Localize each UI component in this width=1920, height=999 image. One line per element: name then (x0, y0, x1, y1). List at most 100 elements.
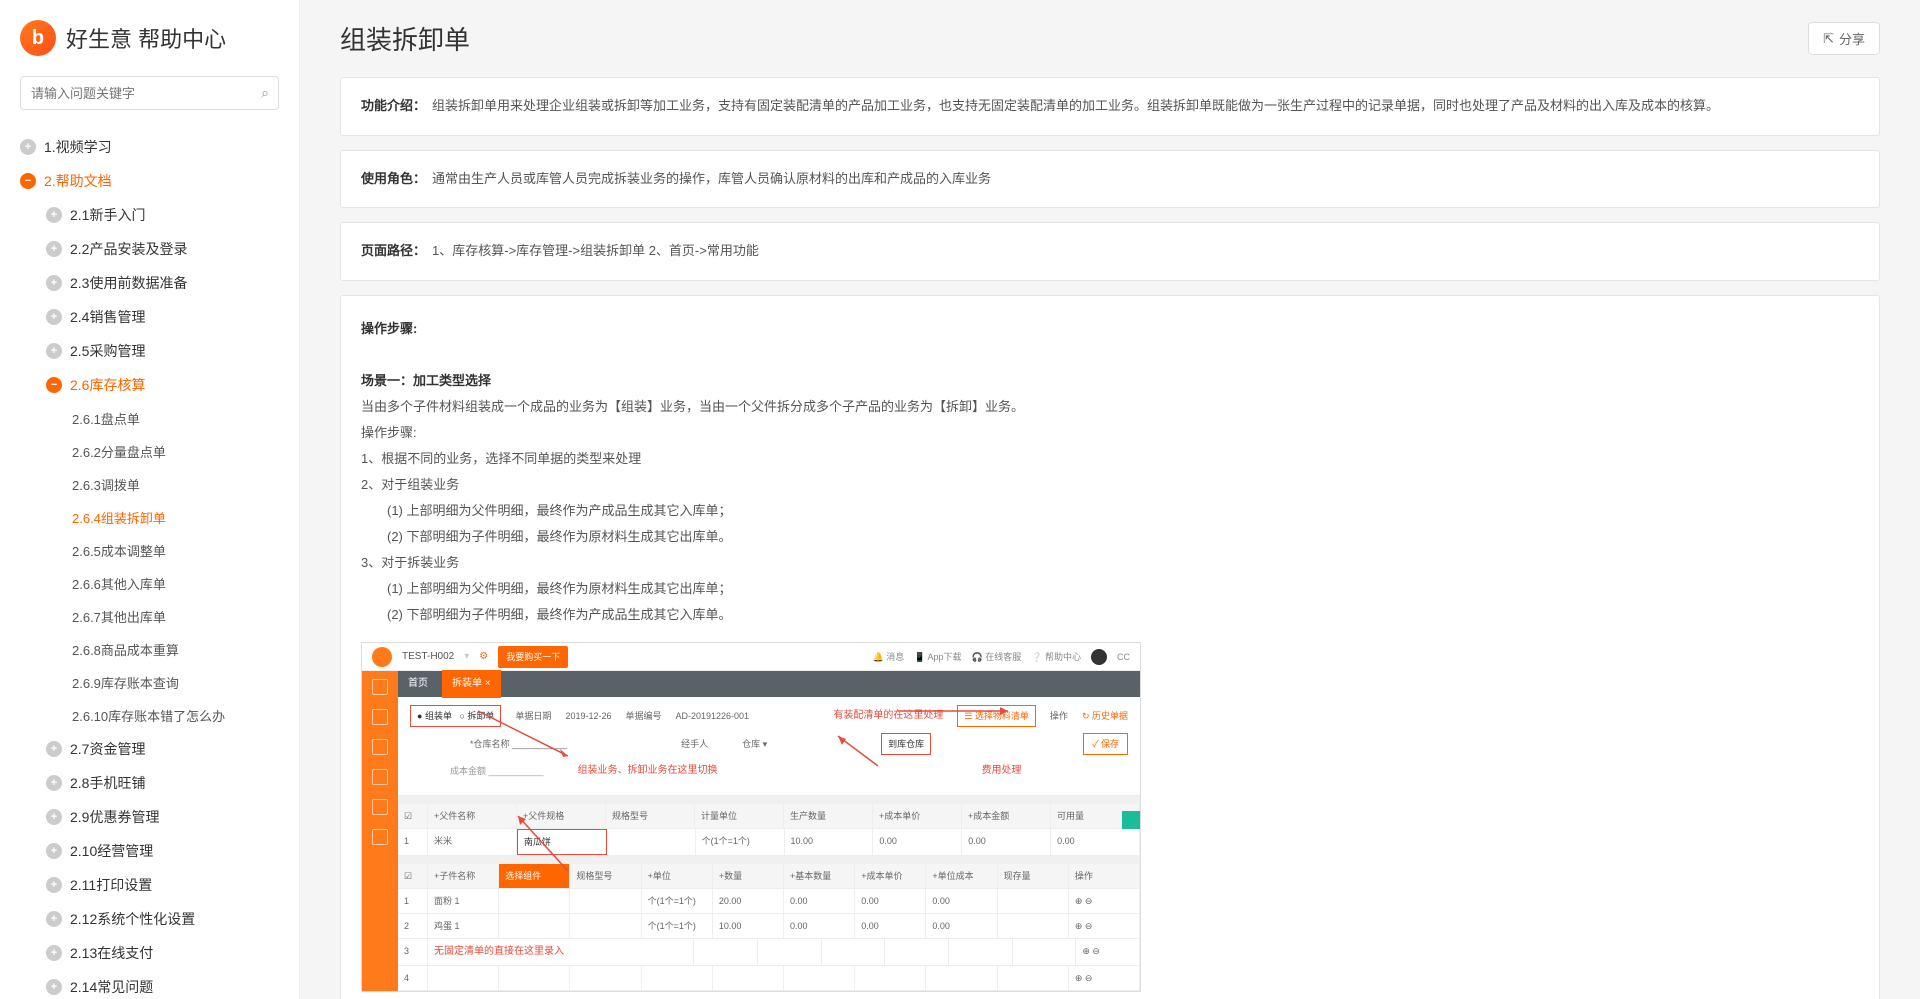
nav-2-3[interactable]: +2.3使用前数据准备 (20, 266, 279, 300)
ss-history-btn: ↻ 历史单据 (1082, 707, 1128, 725)
nav-2-6-10[interactable]: 2.6.10库存账本错了怎么办 (20, 699, 279, 732)
plus-icon: + (46, 945, 62, 961)
nav-2-5[interactable]: +2.5采购管理 (20, 334, 279, 368)
scene1-title: 场景一：加工类型选择 (361, 368, 1859, 394)
nav-2-4[interactable]: +2.4销售管理 (20, 300, 279, 334)
intro-text: 组装拆卸单用来处理企业组装或拆卸等加工业务，支持有固定装配清单的产品加工业务，也… (432, 98, 1719, 113)
steps-label2: 操作步骤: (361, 420, 1859, 446)
nav-label: 1.视频学习 (44, 137, 112, 157)
ss-td: 0.00 (962, 829, 1051, 855)
ss-td: 0.00 (855, 914, 926, 938)
ss-cost-label: 成本金额 ___________ (450, 762, 544, 780)
search-icon[interactable]: ⌕ (261, 85, 269, 102)
ss-td: 0.00 (873, 829, 962, 855)
nav-label: 2.2产品安装及登录 (70, 239, 187, 259)
logo-row: b 好生意 帮助中心 (20, 20, 279, 56)
nav-label: 2.13在线支付 (70, 943, 153, 963)
ss-td: 0.00 (855, 889, 926, 913)
nav-2-6-3[interactable]: 2.6.3调拨单 (20, 468, 279, 501)
nav-2-2[interactable]: +2.2产品安装及登录 (20, 232, 279, 266)
nav-2-9[interactable]: +2.9优惠券管理 (20, 800, 279, 834)
intro-label: 功能介绍： (361, 98, 426, 113)
path-card: 页面路径： 1、库存核算->库存管理->组装拆卸单 2、首页->常用功能 (340, 222, 1880, 281)
nav-2-12[interactable]: +2.12系统个性化设置 (20, 902, 279, 936)
ss-th: +父件规格 (517, 804, 606, 828)
nav-2-13[interactable]: +2.13在线支付 (20, 936, 279, 970)
nav-2-6-4[interactable]: 2.6.4组装拆卸单 (20, 501, 279, 534)
nav-docs[interactable]: −2.帮助文档 (20, 164, 279, 198)
nav-label: 2.6.2分量盘点单 (72, 442, 166, 461)
ss-towarehouse: 到库仓库 (881, 733, 931, 755)
nav-2-11[interactable]: +2.11打印设置 (20, 868, 279, 902)
nav-2-6-9[interactable]: 2.6.9库存账本查询 (20, 666, 279, 699)
share-icon: ⇱ (1823, 31, 1834, 47)
nav-label: 2.3使用前数据准备 (70, 273, 187, 293)
role-text: 通常由生产人员或库管人员完成拆装业务的操作，库管人员确认原材料的出库和产成品的入… (432, 171, 991, 186)
ss-type-box: ● 组装单 ○ 拆卸单 (410, 705, 501, 727)
nav-2-10[interactable]: +2.10经营管理 (20, 834, 279, 868)
ss-th: +成本单价 (873, 804, 962, 828)
ss-th: +子件名称 (428, 864, 499, 888)
nav-2-6-2[interactable]: 2.6.2分量盘点单 (20, 435, 279, 468)
step2-2: (2) 下部明细为子件明细，最终作为原材料生成其它出库单。 (361, 524, 1859, 550)
intro-card: 功能介绍： 组装拆卸单用来处理企业组装或拆卸等加工业务，支持有固定装配清单的产品加… (340, 77, 1880, 136)
nav-label: 2.6.8商品成本重算 (72, 640, 179, 659)
ss-form: ● 组装单 ○ 拆卸单 单据日期 2019-12-26 单据编号 AD-2019… (398, 697, 1140, 796)
nav-2-6[interactable]: −2.6库存核算 (20, 368, 279, 402)
plus-icon: + (46, 911, 62, 927)
nav-label: 2.6库存核算 (70, 375, 145, 395)
nav-label: 2.6.1盘点单 (72, 409, 140, 428)
ss-expand-icon (1122, 811, 1140, 829)
ss-buy-button: 我要购买一下 (498, 646, 568, 668)
plus-icon: + (46, 309, 62, 325)
ss-save-btn: ✓ 保存 (1083, 733, 1128, 755)
nav-2-6-6[interactable]: 2.6.6其他入库单 (20, 567, 279, 600)
nav-2-6-1[interactable]: 2.6.1盘点单 (20, 402, 279, 435)
ss-td: 10.00 (713, 914, 784, 938)
search-input[interactable] (20, 76, 279, 110)
ss-table2: ☑ +子件名称 选择组件 规格型号 +单位 +数量 +基本数量 +成本单价 +单… (398, 864, 1140, 992)
path-text: 1、库存核算->库存管理->组装拆卸单 2、首页->常用功能 (432, 243, 759, 258)
ss-th: +成本单价 (855, 864, 926, 888)
minus-icon: − (46, 377, 62, 393)
ss-th: 规格型号 (606, 804, 695, 828)
share-label: 分享 (1839, 29, 1865, 48)
ss-td: 米米 (428, 829, 517, 855)
plus-icon: + (46, 241, 62, 257)
share-button[interactable]: ⇱ 分享 (1808, 22, 1880, 55)
nav-video[interactable]: +1.视频学习 (20, 130, 279, 164)
ss-tab-home: 首页 (408, 674, 428, 694)
ss-td: 0.00 (784, 914, 855, 938)
ss-th: +父件名称 (428, 804, 517, 828)
nav-label: 2.6.7其他出库单 (72, 607, 166, 626)
ss-annotation1: 组装业务、拆卸业务在这里切换 (578, 761, 718, 781)
ss-td: 20.00 (713, 889, 784, 913)
role-label: 使用角色： (361, 171, 426, 186)
ss-top-right: 🔔 消息 📱 App下载 🎧 在线客服 ❔ 帮助中心 CC (873, 648, 1130, 666)
plus-icon: + (46, 275, 62, 291)
nav-label: 2.12系统个性化设置 (70, 909, 195, 929)
ss-td: 0.00 (1051, 829, 1140, 855)
search-box: ⌕ (20, 76, 279, 110)
plus-icon: + (46, 775, 62, 791)
nav-2-7[interactable]: +2.7资金管理 (20, 732, 279, 766)
path-label: 页面路径： (361, 243, 426, 258)
ss-code-val: AD-20191226-001 (676, 707, 750, 725)
nav-2-14[interactable]: +2.14常见问题 (20, 970, 279, 999)
nav-2-8[interactable]: +2.8手机旺铺 (20, 766, 279, 800)
nav-2-6-7[interactable]: 2.6.7其他出库单 (20, 600, 279, 633)
nav-label: 2.11打印设置 (70, 875, 152, 895)
nav-label: 2.6.6其他入库单 (72, 574, 166, 593)
ss-box-icon (372, 739, 388, 755)
ss-td: 0.00 (784, 889, 855, 913)
ss-th: 操作 (1069, 864, 1140, 888)
plus-icon: + (46, 809, 62, 825)
nav-label: 2.9优惠券管理 (70, 807, 159, 827)
nav-2-6-8[interactable]: 2.6.8商品成本重算 (20, 633, 279, 666)
ss-cart-icon (372, 769, 388, 785)
ss-code-label: 单据编号 (625, 707, 661, 725)
plus-icon: + (46, 207, 62, 223)
nav-2-6-5[interactable]: 2.6.5成本调整单 (20, 534, 279, 567)
nav-label: 2.6.10库存账本错了怎么办 (72, 706, 225, 725)
nav-2-1[interactable]: +2.1新手入门 (20, 198, 279, 232)
